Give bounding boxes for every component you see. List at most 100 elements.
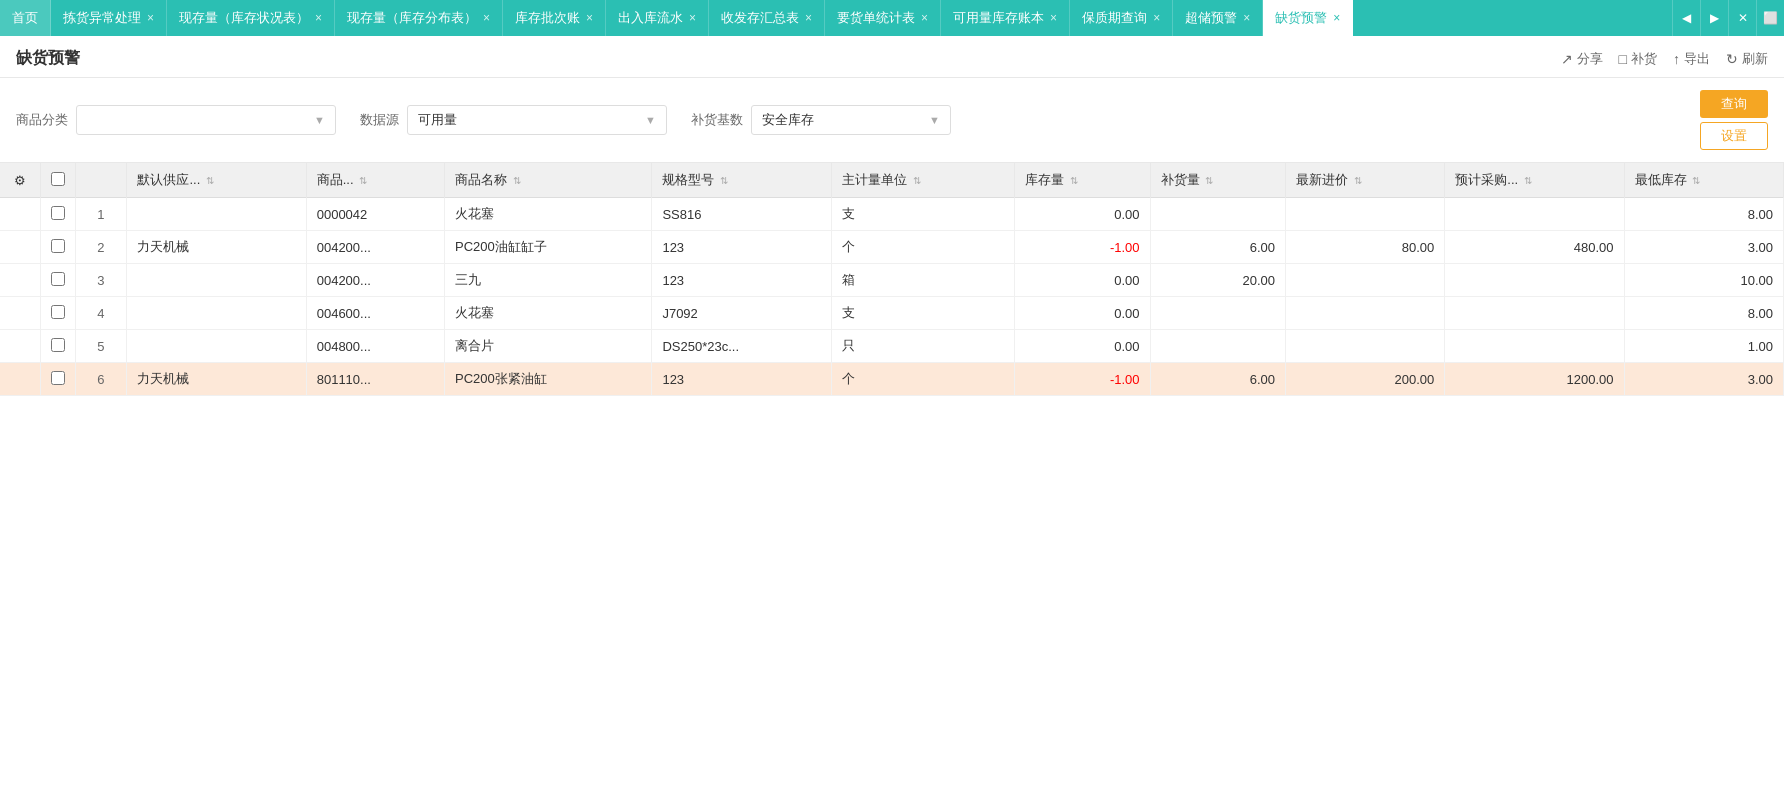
row-unit: 个 [831, 363, 1014, 396]
row-spec: 123 [652, 264, 832, 297]
tab-home[interactable]: 首页 [0, 0, 51, 36]
close-icon[interactable]: × [1243, 11, 1250, 25]
page-title: 缺货预警 [16, 48, 80, 69]
share-icon: ↗ [1561, 51, 1573, 67]
column-stock[interactable]: 库存量 ⇅ [1015, 163, 1150, 198]
replenish-icon: □ [1619, 51, 1627, 67]
tab-order-stats[interactable]: 要货单统计表 × [825, 0, 941, 36]
filter-area: 商品分类 ▼ 数据源 可用量 ▼ 补货基数 安全库存 ▼ 查询 设置 [0, 78, 1784, 163]
close-icon[interactable]: × [315, 11, 322, 25]
sort-icon: ⇅ [1354, 175, 1362, 186]
chevron-down-icon: ▼ [314, 114, 325, 126]
tab-stock-status[interactable]: 现存量（库存状况表） × [167, 0, 335, 36]
row-product-name: 火花塞 [445, 198, 652, 231]
row-supplier [127, 297, 306, 330]
tab-stock-distribution[interactable]: 现存量（库存分布表） × [335, 0, 503, 36]
row-product-name: 三九 [445, 264, 652, 297]
row-checkbox-cell[interactable] [40, 363, 75, 396]
row-est-purchase: 480.00 [1445, 231, 1624, 264]
replenish-select[interactable]: 安全库存 ▼ [751, 105, 951, 135]
row-checkbox-cell[interactable] [40, 231, 75, 264]
tab-inout-flow[interactable]: 出入库流水 × [606, 0, 709, 36]
row-checkbox[interactable] [51, 371, 65, 385]
row-latest-price [1285, 297, 1444, 330]
tab-close-all-button[interactable]: ✕ [1728, 0, 1756, 36]
query-button[interactable]: 查询 [1700, 90, 1768, 118]
select-all-checkbox[interactable] [51, 172, 65, 186]
row-supplier [127, 264, 306, 297]
row-replenish-qty [1150, 297, 1285, 330]
column-product-code[interactable]: 商品... ⇅ [306, 163, 444, 198]
tab-nav-buttons: ◀ ▶ ✕ ⬜ [1672, 0, 1784, 36]
column-latest-price[interactable]: 最新进价 ⇅ [1285, 163, 1444, 198]
row-seq: 3 [75, 264, 127, 297]
row-unit: 支 [831, 297, 1014, 330]
share-button[interactable]: ↗ 分享 [1561, 50, 1603, 68]
data-table: ⚙ 默认供应... ⇅ 商品... ⇅ 商品名称 [0, 163, 1784, 396]
row-checkbox[interactable] [51, 239, 65, 253]
table-body: 1 0000042 火花塞 SS816 支 0.00 8.00 2 力天机械 0… [0, 198, 1784, 396]
tab-next-button[interactable]: ▶ [1700, 0, 1728, 36]
export-button[interactable]: ↑ 导出 [1673, 50, 1710, 68]
column-spec[interactable]: 规格型号 ⇅ [652, 163, 832, 198]
tab-overstock-warning[interactable]: 超储预警 × [1173, 0, 1263, 36]
close-icon[interactable]: × [805, 11, 812, 25]
close-icon[interactable]: × [1333, 11, 1340, 25]
table-container: ⚙ 默认供应... ⇅ 商品... ⇅ 商品名称 [0, 163, 1784, 396]
row-replenish-qty [1150, 330, 1285, 363]
row-checkbox[interactable] [51, 272, 65, 286]
column-min-stock[interactable]: 最低库存 ⇅ [1624, 163, 1783, 198]
tab-prev-button[interactable]: ◀ [1672, 0, 1700, 36]
row-min-stock: 10.00 [1624, 264, 1783, 297]
row-gear [0, 297, 40, 330]
tab-maximize-button[interactable]: ⬜ [1756, 0, 1784, 36]
replenish-button[interactable]: □ 补货 [1619, 50, 1657, 68]
row-min-stock: 8.00 [1624, 198, 1783, 231]
close-icon[interactable]: × [1153, 11, 1160, 25]
tab-batch-account[interactable]: 库存批次账 × [503, 0, 606, 36]
sort-icon: ⇅ [1692, 175, 1700, 186]
row-gear [0, 264, 40, 297]
tab-shortage-warning[interactable]: 缺货预警 × [1263, 0, 1353, 36]
table-row: 6 力天机械 801110... PC200张紧油缸 123 个 -1.00 6… [0, 363, 1784, 396]
row-checkbox[interactable] [51, 338, 65, 352]
row-est-purchase [1445, 330, 1624, 363]
row-supplier: 力天机械 [127, 363, 306, 396]
table-row: 3 004200... 三九 123 箱 0.00 20.00 10.00 [0, 264, 1784, 297]
sort-icon: ⇅ [206, 175, 214, 186]
column-default-supplier[interactable]: 默认供应... ⇅ [127, 163, 306, 198]
close-icon[interactable]: × [483, 11, 490, 25]
column-unit[interactable]: 主计量单位 ⇅ [831, 163, 1014, 198]
tab-expiry-query[interactable]: 保质期查询 × [1070, 0, 1173, 36]
close-icon[interactable]: × [147, 11, 154, 25]
tab-available-stock[interactable]: 可用量库存账本 × [941, 0, 1070, 36]
row-checkbox-cell[interactable] [40, 330, 75, 363]
row-supplier: 力天机械 [127, 231, 306, 264]
settings-button[interactable]: 设置 [1700, 122, 1768, 150]
column-checkbox[interactable] [40, 163, 75, 198]
row-checkbox-cell[interactable] [40, 264, 75, 297]
close-icon[interactable]: × [689, 11, 696, 25]
row-checkbox-cell[interactable] [40, 198, 75, 231]
close-icon[interactable]: × [586, 11, 593, 25]
row-checkbox[interactable] [51, 206, 65, 220]
close-icon[interactable]: × [921, 11, 928, 25]
column-product-name[interactable]: 商品名称 ⇅ [445, 163, 652, 198]
page-content: 缺货预警 ↗ 分享 □ 补货 ↑ 导出 ↻ 刷新 商品分类 [0, 36, 1784, 796]
row-checkbox-cell[interactable] [40, 297, 75, 330]
column-gear[interactable]: ⚙ [0, 163, 40, 198]
row-stock: -1.00 [1015, 363, 1150, 396]
row-est-purchase [1445, 198, 1624, 231]
column-est-purchase[interactable]: 预计采购... ⇅ [1445, 163, 1624, 198]
column-replenish-qty[interactable]: 补货量 ⇅ [1150, 163, 1285, 198]
row-stock: 0.00 [1015, 264, 1150, 297]
row-checkbox[interactable] [51, 305, 65, 319]
tab-receive-summary[interactable]: 收发存汇总表 × [709, 0, 825, 36]
sort-icon: ⇅ [1524, 175, 1532, 186]
category-select[interactable]: ▼ [76, 105, 336, 135]
sort-icon: ⇅ [913, 175, 921, 186]
tab-picking-exception[interactable]: 拣货异常处理 × [51, 0, 167, 36]
close-icon[interactable]: × [1050, 11, 1057, 25]
refresh-button[interactable]: ↻ 刷新 [1726, 50, 1768, 68]
datasource-select[interactable]: 可用量 ▼ [407, 105, 667, 135]
